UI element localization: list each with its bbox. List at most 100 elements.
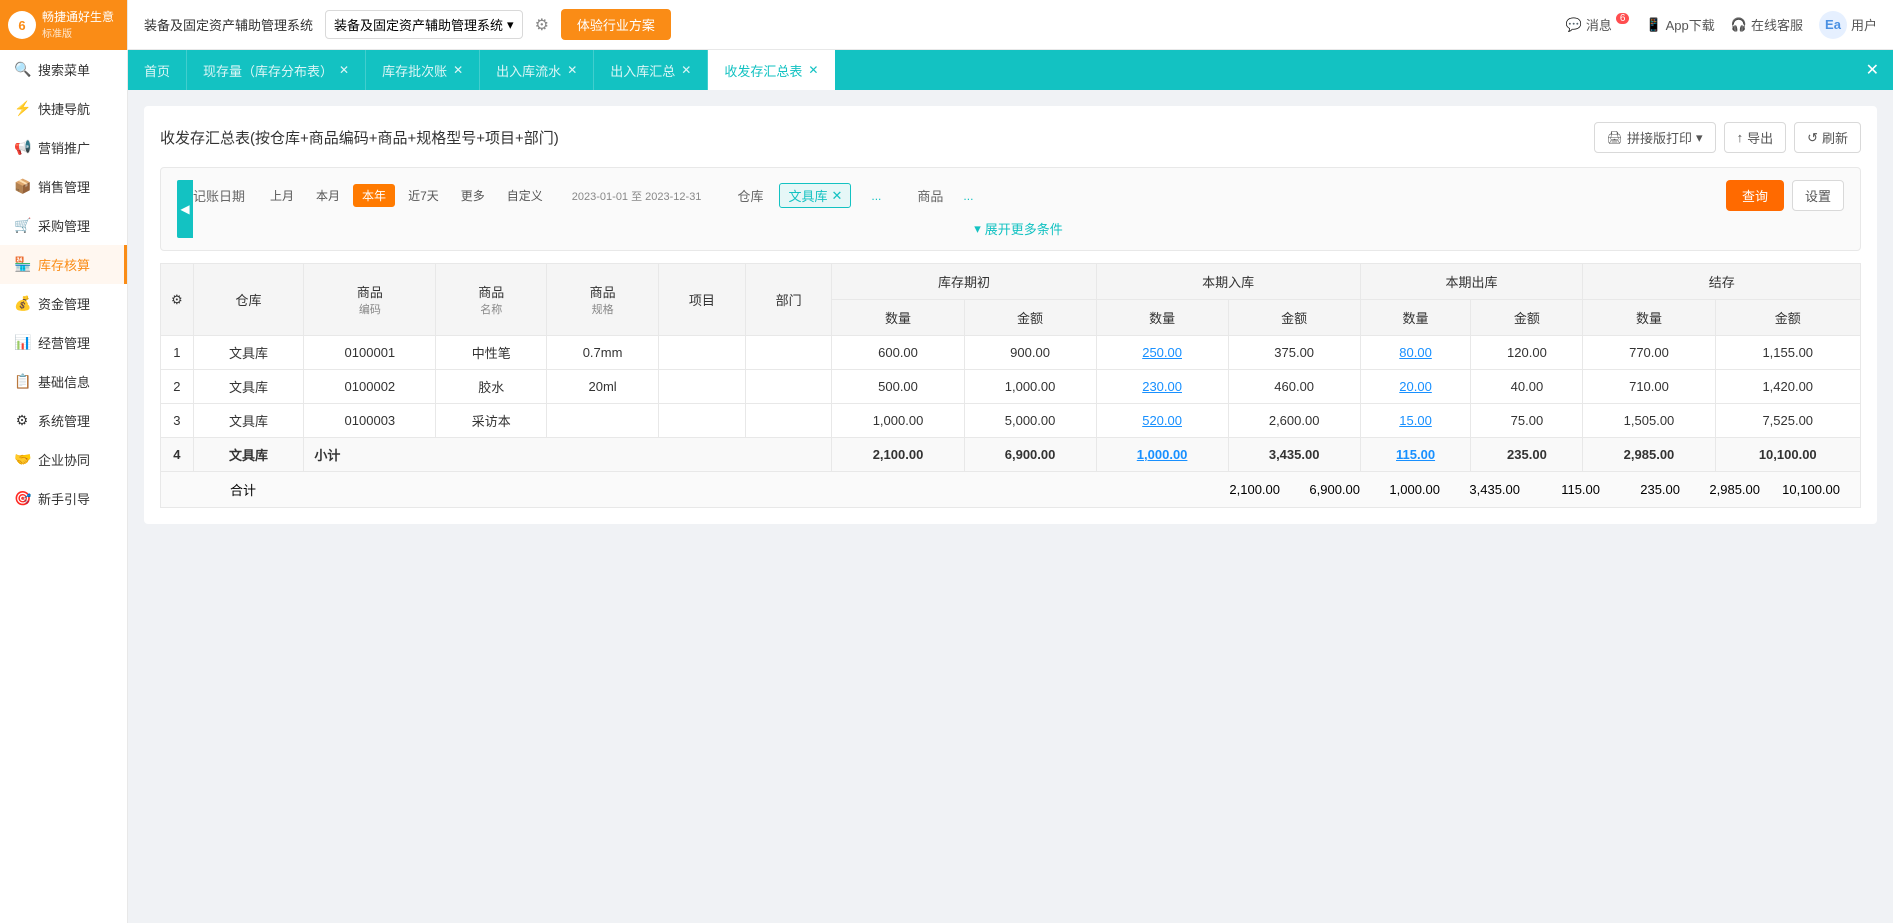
col-closing-amt-header: 金额	[1715, 300, 1861, 336]
sidebar-label-inventory: 库存核算	[38, 255, 90, 274]
col-out-qty-header: 数量	[1360, 300, 1471, 336]
row-project	[659, 336, 746, 370]
app-download-btn[interactable]: 📱 App下载	[1645, 15, 1714, 34]
tab-summary[interactable]: 出入库汇总 ✕	[594, 50, 708, 90]
sidebar-item-finance[interactable]: 💰 资金管理	[0, 284, 127, 323]
filter-expand: ▾ 展开更多条件	[193, 219, 1844, 238]
sidebar-item-collab[interactable]: 🤝 企业协同	[0, 440, 127, 479]
headset-icon: 🎧	[1731, 17, 1747, 33]
tab-close-flow[interactable]: ✕	[567, 63, 577, 77]
warehouse-tag-close[interactable]: ✕	[831, 188, 842, 204]
last-7-days-btn[interactable]: 近7天	[399, 184, 448, 207]
tab-label-summary: 出入库汇总	[610, 61, 675, 80]
sidebar-item-purchase[interactable]: 🛒 采购管理	[0, 206, 127, 245]
settings-small-btn[interactable]: 设置	[1792, 180, 1844, 211]
tab-flow[interactable]: 出入库流水✕	[480, 50, 594, 90]
sidebar-label-quick-nav: 快捷导航	[38, 99, 90, 118]
tab-label-home: 首页	[144, 61, 170, 80]
row-out-qty-link[interactable]: 20.00	[1399, 379, 1432, 394]
inventory-icon: 🏪	[14, 256, 30, 273]
tab-batch[interactable]: 库存批次账✕	[366, 50, 480, 90]
total-opening-amt: 6,900.00	[1290, 482, 1370, 497]
user-menu[interactable]: Ea 用户	[1819, 11, 1877, 39]
sidebar-item-quick-nav[interactable]: ⚡ 快捷导航	[0, 89, 127, 128]
topbar-right: 💬 消息 6 📱 App下载 🎧 在线客服 Ea 用户	[1566, 11, 1877, 39]
expand-conditions-btn[interactable]: ▾ 展开更多条件	[974, 219, 1063, 238]
gear-icon[interactable]: ⚙	[535, 15, 549, 35]
row-closing-amt: 7,525.00	[1715, 404, 1861, 438]
row-goods-name: 采访本	[436, 404, 547, 438]
subtotal-in-qty: 1,000.00	[1096, 438, 1228, 472]
quick-nav-icon: ⚡	[14, 100, 30, 117]
system-icon: ⚙	[14, 412, 30, 429]
content-area: 收发存汇总表(按仓库+商品编码+商品+规格型号+项目+部门) 🖨 拼接版打印 ▾…	[128, 90, 1893, 923]
export-btn[interactable]: ↑ 导出	[1724, 122, 1787, 153]
tab-close-summary[interactable]: ✕	[681, 63, 691, 77]
row-out-amt: 40.00	[1471, 370, 1583, 404]
filter-row-1: 记账日期 上月 本月 本年 近7天 更多 自定义 2023-01-01 至 20…	[193, 180, 1844, 211]
this-month-btn[interactable]: 本月	[307, 184, 349, 207]
collapse-btn[interactable]: ◀	[177, 180, 193, 238]
sales-icon: 📦	[14, 178, 30, 195]
col-in-amt-header: 金额	[1228, 300, 1360, 336]
custom-date-btn[interactable]: 自定义	[498, 184, 552, 207]
tabbar-close-btn[interactable]: ✕	[1852, 60, 1893, 80]
subtotal-out-qty-link[interactable]: 115.00	[1396, 447, 1435, 462]
filter-actions: 查询 设置	[1726, 180, 1844, 211]
tab-receive-summary[interactable]: 收发存汇总表 ✕	[708, 50, 835, 90]
table-row: 2 文具库 0100002 胶水 20ml 500.00 1,000.00 23…	[161, 370, 1861, 404]
refresh-btn[interactable]: ↺ 刷新	[1794, 122, 1861, 153]
row-opening-qty: 1,000.00	[832, 404, 964, 438]
subtotal-in-qty-link[interactable]: 1,000.00	[1137, 447, 1188, 462]
tab-stock-dist[interactable]: 现存量（库存分布表）✕	[187, 50, 366, 90]
experience-btn[interactable]: 体验行业方案	[561, 9, 671, 40]
row-in-qty-link[interactable]: 250.00	[1142, 345, 1182, 360]
system-selector[interactable]: 装备及固定资产辅助管理系统 ▾	[325, 10, 523, 39]
row-out-qty-link[interactable]: 80.00	[1399, 345, 1432, 360]
row-in-qty-link[interactable]: 520.00	[1142, 413, 1182, 428]
tab-close-receive-summary[interactable]: ✕	[808, 63, 818, 77]
row-index: 1	[161, 336, 194, 370]
sidebar-item-system[interactable]: ⚙ 系统管理	[0, 401, 127, 440]
row-out-qty-link[interactable]: 15.00	[1399, 413, 1432, 428]
total-bar: 合计 2,100.00 6,900.00 1,000.00 3,435.00 1…	[160, 472, 1861, 508]
sidebar-item-sales[interactable]: 📦 销售管理	[0, 167, 127, 206]
subtotal-index: 4	[161, 438, 194, 472]
notification-btn[interactable]: 💬 消息 6	[1566, 15, 1630, 34]
row-in-qty-link[interactable]: 230.00	[1142, 379, 1182, 394]
tab-close-batch[interactable]: ✕	[453, 63, 463, 77]
row-out-amt: 75.00	[1471, 404, 1583, 438]
col-dept-header: 部门	[745, 264, 832, 336]
sidebar-logo: 6 畅捷通好生意 标准版	[0, 0, 127, 50]
col-settings-header[interactable]: ⚙	[161, 264, 194, 336]
collab-icon: 🤝	[14, 451, 30, 468]
print-btn[interactable]: 🖨 拼接版打印 ▾	[1594, 122, 1716, 153]
sidebar-item-inventory[interactable]: 🏪 库存核算	[0, 245, 127, 284]
col-opening-header: 库存期初	[832, 264, 1096, 300]
row-project	[659, 370, 746, 404]
warehouse-filter-label: 仓库	[737, 186, 763, 205]
row-goods-name: 中性笔	[436, 336, 547, 370]
total-label-area: 合计	[171, 480, 1210, 499]
row-warehouse: 文具库	[193, 336, 304, 370]
row-opening-amt: 5,000.00	[964, 404, 1096, 438]
subtotal-out-amt: 235.00	[1471, 438, 1583, 472]
online-support-btn[interactable]: 🎧 在线客服	[1731, 15, 1803, 34]
last-month-btn[interactable]: 上月	[261, 184, 303, 207]
tab-label-receive-summary: 收发存汇总表	[724, 61, 802, 80]
tab-home[interactable]: 首页	[128, 50, 187, 90]
query-btn[interactable]: 查询	[1726, 180, 1784, 211]
sidebar-item-guide[interactable]: 🎯 新手引导	[0, 479, 127, 518]
row-index: 2	[161, 370, 194, 404]
more-date-btn[interactable]: 更多	[452, 184, 494, 207]
sidebar-item-operations[interactable]: 📊 经营管理	[0, 323, 127, 362]
goods-more-btn[interactable]: ...	[963, 189, 973, 203]
sidebar-item-search[interactable]: 🔍 搜索菜单	[0, 50, 127, 89]
sidebar-item-basic[interactable]: 📋 基础信息	[0, 362, 127, 401]
sidebar-item-marketing[interactable]: 📢 营销推广	[0, 128, 127, 167]
tab-close-stock-dist[interactable]: ✕	[339, 63, 349, 77]
row-goods-code: 0100003	[304, 404, 436, 438]
subtotal-closing-qty: 2,985.00	[1583, 438, 1715, 472]
warehouse-more-btn[interactable]: ...	[871, 189, 881, 203]
this-year-btn[interactable]: 本年	[353, 184, 395, 207]
